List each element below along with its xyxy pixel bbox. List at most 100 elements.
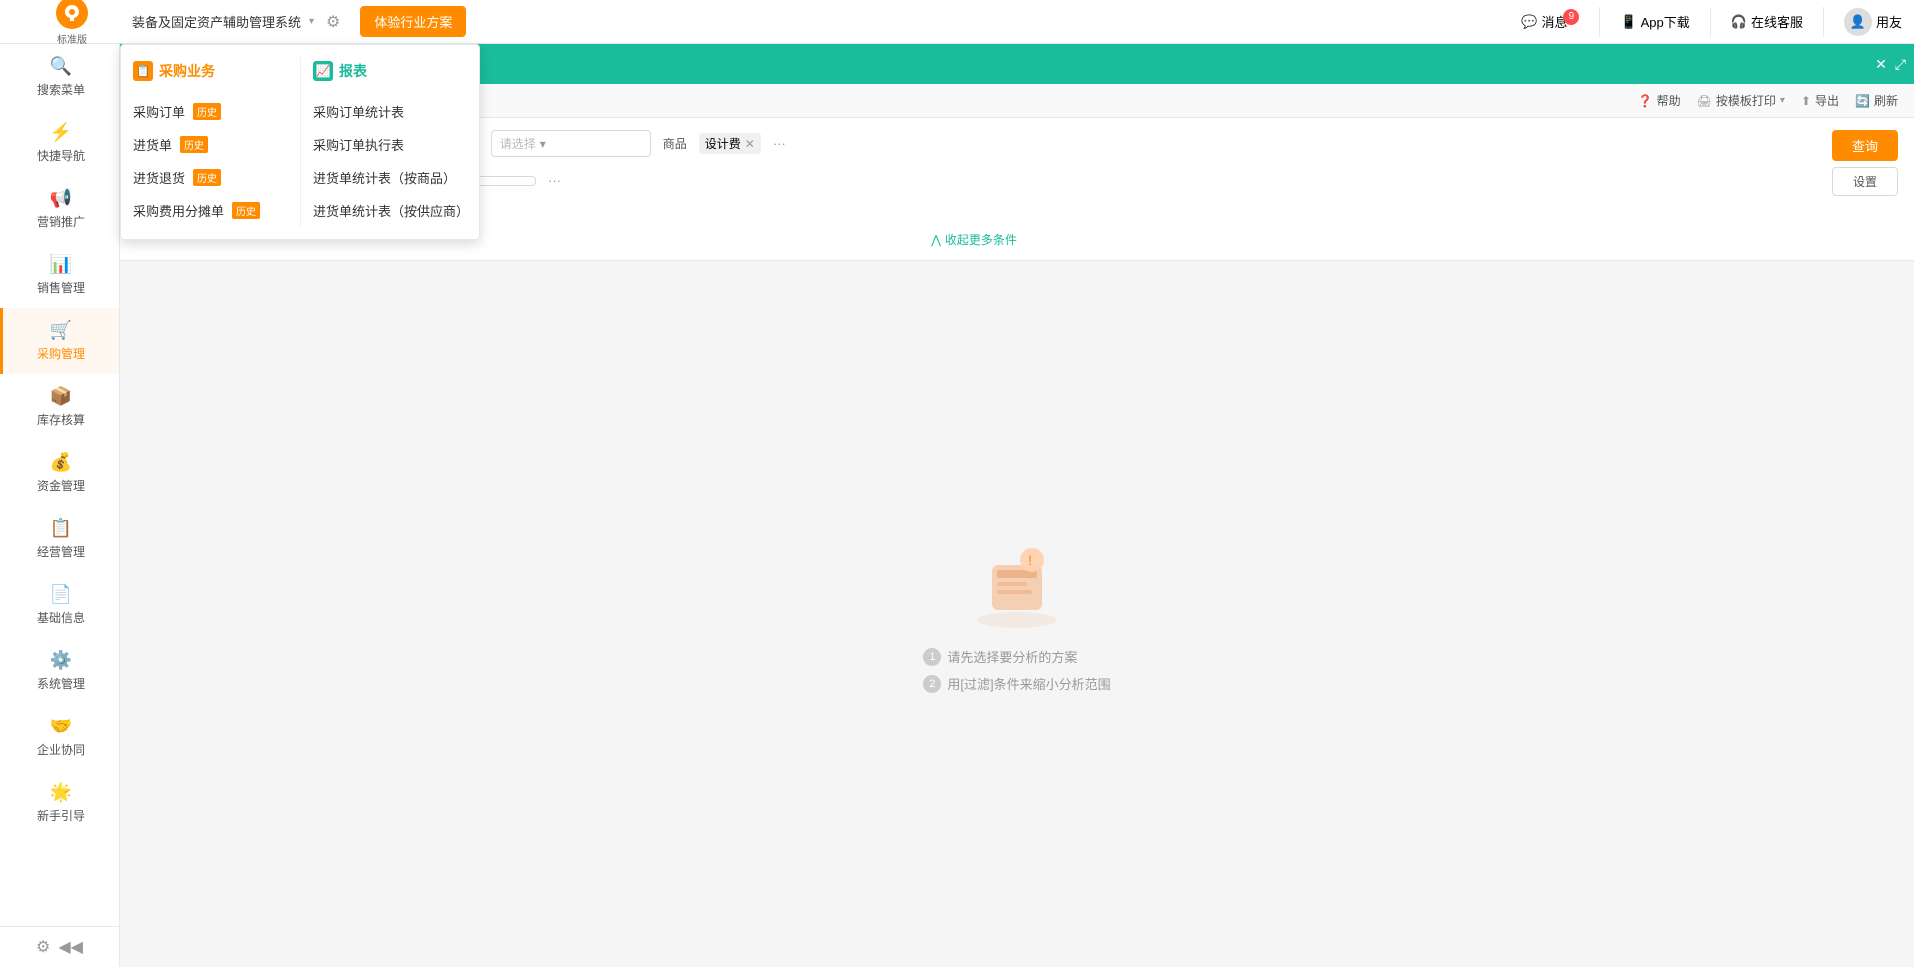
hint-text-2: 用[过滤]条件来缩小分析范围 bbox=[947, 674, 1110, 693]
order-exec-label: 采购订单执行表 bbox=[313, 135, 404, 154]
goods-more-dots[interactable]: ··· bbox=[773, 136, 786, 151]
receipt-by-goods-label: 进货单统计表（按商品） bbox=[313, 168, 456, 187]
salesperson-dots[interactable]: ··· bbox=[548, 173, 561, 188]
goods-tag-close[interactable]: ✕ bbox=[745, 137, 755, 151]
app-download-group[interactable]: 📱 App下载 bbox=[1620, 12, 1689, 31]
dropdown-item-receipt-by-goods[interactable]: 进货单统计表（按商品） bbox=[313, 161, 467, 194]
empty-state: ! 1 请先选择要分析的方案 2 用[过滤]条件来缩小分析范围 bbox=[120, 261, 1914, 967]
goods-tag-value: 设计费 bbox=[705, 135, 741, 152]
sysmanage-icon: ⚙️ bbox=[50, 650, 72, 671]
messages-group[interactable]: 💬 消息 9 bbox=[1521, 12, 1579, 31]
dropdown-item-receipt-by-supplier[interactable]: 进货单统计表（按供应商） bbox=[313, 194, 467, 227]
system-dropdown-arrow[interactable]: ▾ bbox=[309, 16, 314, 27]
tab-close-window-btn[interactable]: ✕ bbox=[1875, 56, 1887, 73]
sidebar-label-operations: 经营管理 bbox=[37, 543, 85, 560]
user-group[interactable]: 👤 用友 bbox=[1844, 8, 1902, 36]
sidebar-label-search: 搜索菜单 bbox=[37, 81, 85, 98]
doc-status-select[interactable]: 请选择 ▾ bbox=[491, 130, 651, 157]
tab-right-controls: ✕ ⤢ bbox=[1875, 56, 1906, 73]
history-badge-1: 历史 bbox=[180, 136, 208, 153]
goods-label: 商品 bbox=[663, 135, 687, 152]
industry-button[interactable]: 体验行业方案 bbox=[360, 6, 466, 37]
logo-icon bbox=[56, 0, 88, 29]
sidebar-label-collab: 企业协同 bbox=[37, 741, 85, 758]
operations-icon: 📋 bbox=[50, 518, 72, 539]
sidebar-item-collab[interactable]: 🤝 企业协同 bbox=[0, 704, 119, 770]
dropdown-item-order-exec[interactable]: 采购订单执行表 bbox=[313, 128, 467, 161]
purchase-return-label: 进货退货 bbox=[133, 168, 185, 187]
dropdown-item-purchase-return[interactable]: 进货退货 历史 bbox=[133, 161, 288, 194]
dropdown-col-purchase: 📋 采购业务 采购订单 历史 进货单 历史 进货退货 历史 采购费用分摊单 历史 bbox=[121, 57, 300, 227]
marketing-icon: 📢 bbox=[50, 188, 72, 209]
receipt-by-supplier-label: 进货单统计表（按供应商） bbox=[313, 201, 467, 220]
export-action[interactable]: ⬆ 导出 bbox=[1801, 92, 1839, 109]
quicknav-icon: ⚡ bbox=[50, 122, 72, 143]
doc-status-placeholder: 请选择 bbox=[500, 135, 536, 152]
sidebar-item-finance[interactable]: 💰 资金管理 bbox=[0, 440, 119, 506]
user-label: 用友 bbox=[1876, 12, 1902, 31]
sales-icon: 📊 bbox=[50, 254, 72, 275]
report-col-icon: 📈 bbox=[313, 61, 333, 81]
help-label: 帮助 bbox=[1657, 92, 1681, 109]
settings-icon[interactable]: ⚙ bbox=[326, 12, 340, 32]
sidebar-item-operations[interactable]: 📋 经营管理 bbox=[0, 506, 119, 572]
collapse-up-icon: ⋀ bbox=[931, 233, 941, 247]
message-icon: 💬 bbox=[1521, 14, 1537, 30]
collapse-label: 收起更多条件 bbox=[945, 231, 1017, 248]
logo-area: 标准版 bbox=[12, 0, 132, 46]
hint-text-1: 请先选择要分析的方案 bbox=[947, 647, 1077, 666]
print-dropdown-icon[interactable]: ▾ bbox=[1780, 95, 1785, 106]
sidebar-item-purchase[interactable]: 🛒 采购管理 bbox=[0, 308, 119, 374]
phone-icon: 📱 bbox=[1620, 14, 1636, 30]
sidebar-label-newguide: 新手引导 bbox=[37, 807, 85, 824]
sidebar-item-newguide[interactable]: 🌟 新手引导 bbox=[0, 770, 119, 836]
goods-tag[interactable]: 设计费 ✕ bbox=[699, 133, 761, 154]
dropdown-purchase-title: 📋 采购业务 bbox=[133, 57, 288, 85]
sidebar-label-quicknav: 快捷导航 bbox=[37, 147, 85, 164]
refresh-icon: 🔄 bbox=[1855, 94, 1870, 108]
search-icon: 🔍 bbox=[50, 56, 72, 77]
svg-text:!: ! bbox=[1028, 552, 1032, 568]
sidebar-collapse-btn[interactable]: ◀◀ bbox=[58, 937, 83, 957]
sidebar-item-marketing[interactable]: 📢 营销推广 bbox=[0, 176, 119, 242]
header-divider-3 bbox=[1823, 7, 1824, 37]
messages-badge: 9 bbox=[1563, 9, 1579, 25]
order-stat-label: 采购订单统计表 bbox=[313, 102, 404, 121]
sidebar-label-sysmanage: 系统管理 bbox=[37, 675, 85, 692]
tab-expand-btn[interactable]: ⤢ bbox=[1895, 56, 1906, 73]
dropdown-item-purchase-receipt[interactable]: 进货单 历史 bbox=[133, 128, 288, 161]
hint-num-1: 1 bbox=[923, 648, 941, 666]
sidebar-item-inventory[interactable]: 📦 库存核算 bbox=[0, 374, 119, 440]
empty-hint-1: 1 请先选择要分析的方案 bbox=[923, 647, 1110, 666]
sidebar-item-quicknav[interactable]: ⚡ 快捷导航 bbox=[0, 110, 119, 176]
sidebar-item-sysmanage[interactable]: ⚙️ 系统管理 bbox=[0, 638, 119, 704]
dropdown-item-order-stat[interactable]: 采购订单统计表 bbox=[313, 95, 467, 128]
sidebar-item-search[interactable]: 🔍 搜索菜单 bbox=[0, 44, 119, 110]
system-title-area: 装备及固定资产辅助管理系统 ▾ ⚙ 体验行业方案 bbox=[132, 6, 1521, 37]
dropdown-item-purchase-expense[interactable]: 采购费用分摊单 历史 bbox=[133, 194, 288, 227]
report-title-label: 报表 bbox=[339, 61, 367, 81]
sidebar-item-basicinfo[interactable]: 📄 基础信息 bbox=[0, 572, 119, 638]
online-service-group[interactable]: 🎧 在线客服 bbox=[1731, 12, 1803, 31]
filter-actions: 查询 设置 bbox=[1832, 130, 1898, 196]
history-badge-0: 历史 bbox=[193, 103, 221, 120]
purchase-order-label: 采购订单 bbox=[133, 102, 185, 121]
doc-status-arrow: ▾ bbox=[540, 137, 546, 151]
help-icon: ❓ bbox=[1638, 94, 1653, 108]
setting-button[interactable]: 设置 bbox=[1832, 167, 1898, 196]
online-service-label: 在线客服 bbox=[1751, 12, 1803, 31]
refresh-action[interactable]: 🔄 刷新 bbox=[1855, 92, 1898, 109]
sidebar-settings-btn[interactable]: ⚙ bbox=[36, 937, 50, 957]
collapse-button[interactable]: ⋀ 收起更多条件 bbox=[931, 231, 1017, 248]
purchase-icon: 🛒 bbox=[50, 320, 72, 341]
sidebar-item-sales[interactable]: 📊 销售管理 bbox=[0, 242, 119, 308]
header-divider-2 bbox=[1710, 7, 1711, 37]
query-button[interactable]: 查询 bbox=[1832, 130, 1898, 161]
print-icon: 🖨 bbox=[1697, 94, 1712, 108]
app-download-label: App下载 bbox=[1641, 12, 1690, 31]
help-action[interactable]: ❓ 帮助 bbox=[1638, 92, 1681, 109]
sidebar-label-marketing: 营销推广 bbox=[37, 213, 85, 230]
template-print-action[interactable]: 🖨 按模板打印 ▾ bbox=[1697, 92, 1785, 109]
dropdown-item-purchase-order[interactable]: 采购订单 历史 bbox=[133, 95, 288, 128]
dropdown-col-report: 📈 报表 采购订单统计表 采购订单执行表 进货单统计表（按商品） 进货单统计表（… bbox=[300, 57, 479, 227]
